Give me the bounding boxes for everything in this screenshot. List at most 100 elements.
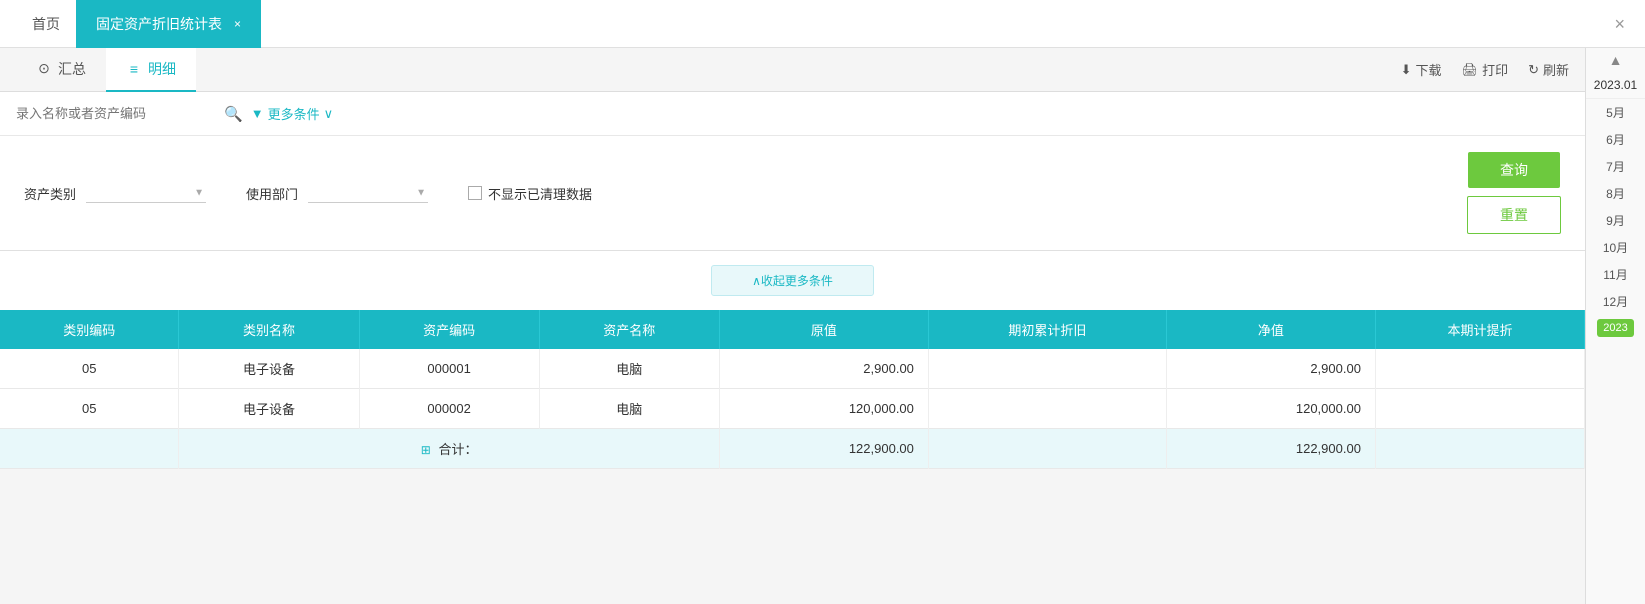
cell-cat-name: 电子设备 <box>179 389 359 429</box>
asset-type-filter: 资产类别 ▼ <box>24 183 206 203</box>
tab-summary[interactable]: ⊙ 汇总 <box>16 48 106 92</box>
month-6[interactable]: 6月 <box>1586 126 1645 153</box>
reset-button[interactable]: 重置 <box>1467 196 1561 234</box>
filter-section: 资产类别 ▼ 使用部门 ▼ 不显示已清理数 <box>0 136 1585 251</box>
total-row: ⊞ 合计： 122,900.00 122,900.00 <box>0 429 1585 469</box>
search-icon[interactable]: 🔍 <box>224 105 243 123</box>
use-dept-label: 使用部门 <box>246 184 298 203</box>
cell-cat-code: 05 <box>0 349 179 389</box>
hide-cleared-checkbox[interactable] <box>468 186 482 200</box>
filter-row: 资产类别 ▼ 使用部门 ▼ 不显示已清理数 <box>24 152 1561 234</box>
more-filter-button[interactable]: ▼ 更多条件 ∨ <box>251 104 333 123</box>
cell-net-value: 120,000.00 <box>1166 389 1375 429</box>
use-dept-filter: 使用部门 ▼ <box>246 183 428 203</box>
download-button[interactable]: ⬇ 下载 <box>1401 60 1442 79</box>
summary-label: 汇总 <box>58 59 86 79</box>
month-8[interactable]: 8月 <box>1586 180 1645 207</box>
month-11[interactable]: 11月 <box>1586 261 1645 288</box>
total-net-value: 122,900.00 <box>1166 429 1375 469</box>
summary-icon: ⊙ <box>36 61 52 77</box>
print-label: 打印 <box>1482 60 1508 79</box>
table-row: 05 电子设备 000001 电脑 2,900.00 2,900.00 <box>0 349 1585 389</box>
tab-close-icon[interactable]: × <box>234 17 241 31</box>
col-current-depr: 本期计提折 <box>1375 310 1584 349</box>
total-accum-depr <box>928 429 1166 469</box>
total-icon: ⊞ <box>421 443 431 457</box>
collapse-row: ∧ 收起更多条件 <box>0 251 1585 310</box>
refresh-icon: ↻ <box>1528 62 1539 78</box>
cell-cat-code: 05 <box>0 389 179 429</box>
asset-type-label: 资产类别 <box>24 184 76 203</box>
total-label: 合计： <box>438 442 477 457</box>
col-asset-code: 资产编码 <box>359 310 539 349</box>
table-header-row: 类别编码 类别名称 资产编码 资产名称 原值 期初累计折旧 净值 本期计提折 <box>0 310 1585 349</box>
asset-type-select-wrapper: ▼ <box>86 183 206 203</box>
cell-current-depr <box>1375 349 1584 389</box>
total-current-depr <box>1375 429 1584 469</box>
cell-original-value: 120,000.00 <box>719 389 928 429</box>
filter-actions: 查询 重置 <box>1467 152 1561 234</box>
month-12[interactable]: 12月 <box>1586 288 1645 315</box>
date-label: 2023.01 <box>1586 72 1645 99</box>
filter-icon: ▼ <box>251 106 264 121</box>
use-dept-select[interactable] <box>308 183 428 203</box>
top-nav: 首页 固定资产折旧统计表 × × <box>0 0 1645 48</box>
total-original-value: 122,900.00 <box>719 429 928 469</box>
search-bar: 🔍 ▼ 更多条件 ∨ <box>0 92 1585 136</box>
col-accum-depr: 期初累计折旧 <box>928 310 1166 349</box>
active-tab[interactable]: 固定资产折旧统计表 × <box>76 0 261 48</box>
data-table-container: 类别编码 类别名称 资产编码 资产名称 原值 期初累计折旧 净值 本期计提折 0… <box>0 310 1585 469</box>
col-cat-name: 类别名称 <box>179 310 359 349</box>
tab-detail[interactable]: ≡ 明细 <box>106 48 196 92</box>
cell-asset-code: 000002 <box>359 389 539 429</box>
query-button[interactable]: 查询 <box>1468 152 1560 188</box>
search-input[interactable] <box>16 106 216 121</box>
chevron-down-icon: ∨ <box>324 106 334 122</box>
detail-icon: ≡ <box>126 61 142 77</box>
window-close-button[interactable]: × <box>1614 14 1625 35</box>
total-label-cell: ⊞ 合计： <box>179 429 719 469</box>
month-7[interactable]: 7月 <box>1586 153 1645 180</box>
month-9[interactable]: 9月 <box>1586 207 1645 234</box>
refresh-button[interactable]: ↻ 刷新 <box>1528 60 1569 79</box>
month-5[interactable]: 5月 <box>1586 99 1645 126</box>
col-original-value: 原值 <box>719 310 928 349</box>
chevron-up-icon: ∧ <box>752 274 761 288</box>
right-date-panel: ▲ 2023.01 5月 6月 7月 8月 9月 10月 11月 12月 202… <box>1585 48 1645 604</box>
cell-net-value: 2,900.00 <box>1166 349 1375 389</box>
cell-accum-depr <box>928 349 1166 389</box>
cell-asset-name: 电脑 <box>539 349 719 389</box>
main-content: ⊙ 汇总 ≡ 明细 ⬇ 下载 🖨 打印 ↻ 刷新 🔍 ▼ <box>0 48 1585 469</box>
cell-current-depr <box>1375 389 1584 429</box>
col-asset-name: 资产名称 <box>539 310 719 349</box>
use-dept-select-wrapper: ▼ <box>308 183 428 203</box>
col-net-value: 净值 <box>1166 310 1375 349</box>
data-table: 类别编码 类别名称 资产编码 资产名称 原值 期初累计折旧 净值 本期计提折 0… <box>0 310 1585 469</box>
hide-cleared-group: 不显示已清理数据 <box>468 184 592 203</box>
tab-label: 固定资产折旧统计表 <box>96 14 222 34</box>
table-row: 05 电子设备 000002 电脑 120,000.00 120,000.00 <box>0 389 1585 429</box>
cell-original-value: 2,900.00 <box>719 349 928 389</box>
total-icon-cell <box>0 429 179 469</box>
download-icon: ⬇ <box>1401 62 1412 78</box>
date-nav-up[interactable]: ▲ <box>1609 48 1623 72</box>
year-badge[interactable]: 2023 <box>1597 319 1633 337</box>
sub-tabs-bar: ⊙ 汇总 ≡ 明细 ⬇ 下载 🖨 打印 ↻ 刷新 <box>0 48 1585 92</box>
collapse-more-label: 收起更多条件 <box>761 272 833 289</box>
asset-type-select[interactable] <box>86 183 206 203</box>
more-filter-label: 更多条件 <box>268 104 320 123</box>
cell-asset-code: 000001 <box>359 349 539 389</box>
print-button[interactable]: 🖨 打印 <box>1462 60 1509 79</box>
col-cat-code: 类别编码 <box>0 310 179 349</box>
collapse-more-button[interactable]: ∧ 收起更多条件 <box>711 265 874 296</box>
refresh-label: 刷新 <box>1543 60 1569 79</box>
cell-asset-name: 电脑 <box>539 389 719 429</box>
month-10[interactable]: 10月 <box>1586 234 1645 261</box>
detail-label: 明细 <box>148 59 176 79</box>
print-icon: 🖨 <box>1462 62 1479 78</box>
nav-home[interactable]: 首页 <box>16 0 76 48</box>
download-label: 下载 <box>1416 60 1442 79</box>
cell-cat-name: 电子设备 <box>179 349 359 389</box>
hide-cleared-label: 不显示已清理数据 <box>488 184 592 203</box>
cell-accum-depr <box>928 389 1166 429</box>
